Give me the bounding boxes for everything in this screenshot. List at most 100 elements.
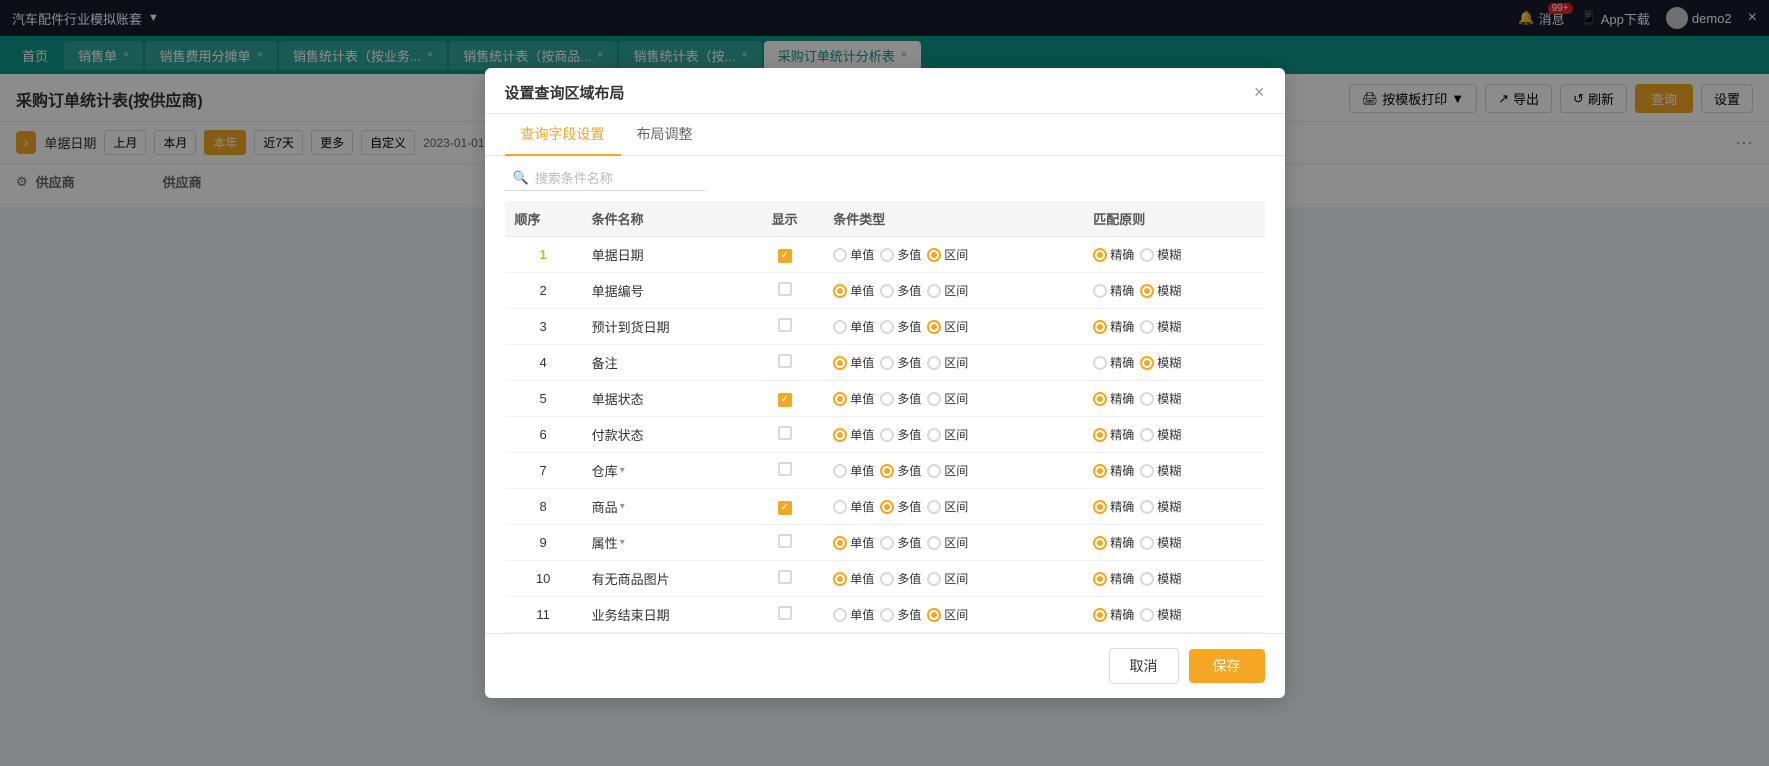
match-option-精确[interactable]: 精确 [1093,390,1134,407]
type-option-区间[interactable]: 区间 [927,606,968,623]
col-type: 条件类型 [823,201,1083,237]
match-option-模糊[interactable]: 模糊 [1140,246,1181,263]
display-checkbox[interactable] [778,354,792,368]
dialog-close-button[interactable]: × [1254,82,1265,103]
type-option-多值[interactable]: 多值 [880,462,921,479]
type-option-单值[interactable]: 单值 [833,498,874,515]
type-option-单值[interactable]: 单值 [833,426,874,443]
radio-circle [1093,500,1107,514]
dialog-title: 设置查询区域布局 [505,82,625,103]
display-checkbox[interactable] [778,606,792,620]
type-option-区间[interactable]: 区间 [927,498,968,515]
row-name: 预计到货日期 [582,309,746,345]
match-option-模糊[interactable]: 模糊 [1140,282,1181,299]
row-display [746,345,823,381]
match-option-精确[interactable]: 精确 [1093,426,1134,443]
type-option-单值[interactable]: 单值 [833,606,874,623]
type-option-多值[interactable]: 多值 [880,498,921,515]
match-option-精确[interactable]: 精确 [1093,462,1134,479]
row-match: 精确模糊 [1083,273,1264,309]
cancel-button[interactable]: 取消 [1109,648,1179,684]
type-option-单值[interactable]: 单值 [833,534,874,551]
display-checkbox[interactable] [778,318,792,332]
row-name: 单据状态 [582,381,746,417]
type-option-单值[interactable]: 单值 [833,282,874,299]
match-option-精确[interactable]: 精确 [1093,570,1134,587]
radio-circle [880,464,894,478]
type-option-单值[interactable]: 单值 [833,570,874,587]
radio-circle [1093,392,1107,406]
type-option-多值[interactable]: 多值 [880,318,921,335]
radio-circle [880,500,894,514]
table-row: 11业务结束日期单值多值区间精确模糊 [505,597,1265,633]
match-option-精确[interactable]: 精确 [1093,318,1134,335]
row-name: 仓库 ▾ [582,453,746,489]
row-match: 精确模糊 [1083,345,1264,381]
radio-circle [880,284,894,298]
match-option-精确[interactable]: 精确 [1093,282,1134,299]
type-option-单值[interactable]: 单值 [833,246,874,263]
save-button[interactable]: 保存 [1189,649,1265,683]
type-option-单值[interactable]: 单值 [833,354,874,371]
type-option-多值[interactable]: 多值 [880,354,921,371]
type-option-区间[interactable]: 区间 [927,282,968,299]
radio-circle [927,248,941,262]
display-checkbox[interactable] [778,282,792,296]
display-checkbox[interactable] [778,570,792,584]
type-option-区间[interactable]: 区间 [927,534,968,551]
type-option-区间[interactable]: 区间 [927,318,968,335]
search-input[interactable] [535,171,695,186]
match-option-精确[interactable]: 精确 [1093,246,1134,263]
display-checkbox[interactable] [778,534,792,548]
match-option-模糊[interactable]: 模糊 [1140,354,1181,371]
type-option-多值[interactable]: 多值 [880,570,921,587]
table-row: 4备注单值多值区间精确模糊 [505,345,1265,381]
row-match: 精确模糊 [1083,309,1264,345]
radio-circle [833,608,847,622]
type-option-单值[interactable]: 单值 [833,390,874,407]
type-option-多值[interactable]: 多值 [880,246,921,263]
row-match: 精确模糊 [1083,597,1264,633]
display-checkbox[interactable] [778,393,792,407]
match-option-精确[interactable]: 精确 [1093,498,1134,515]
display-checkbox[interactable] [778,501,792,515]
dialog-tab-layout[interactable]: 布局调整 [621,114,709,156]
row-display [746,417,823,453]
row-display [746,453,823,489]
type-option-区间[interactable]: 区间 [927,426,968,443]
row-name: 属性 ▾ [582,525,746,561]
row-type: 单值多值区间 [823,489,1083,525]
type-option-单值[interactable]: 单值 [833,462,874,479]
type-option-区间[interactable]: 区间 [927,462,968,479]
match-option-模糊[interactable]: 模糊 [1140,606,1181,623]
type-option-单值[interactable]: 单值 [833,318,874,335]
match-option-模糊[interactable]: 模糊 [1140,498,1181,515]
col-display: 显示 [746,201,823,237]
match-option-精确[interactable]: 精确 [1093,354,1134,371]
display-checkbox[interactable] [778,249,792,263]
match-option-模糊[interactable]: 模糊 [1140,462,1181,479]
match-option-模糊[interactable]: 模糊 [1140,318,1181,335]
match-option-模糊[interactable]: 模糊 [1140,390,1181,407]
match-option-精确[interactable]: 精确 [1093,534,1134,551]
match-option-精确[interactable]: 精确 [1093,606,1134,623]
type-option-多值[interactable]: 多值 [880,390,921,407]
type-option-多值[interactable]: 多值 [880,282,921,299]
type-option-多值[interactable]: 多值 [880,426,921,443]
match-option-模糊[interactable]: 模糊 [1140,426,1181,443]
type-option-多值[interactable]: 多值 [880,534,921,551]
dialog-tab-query-fields[interactable]: 查询字段设置 [505,114,621,156]
table-row: 1单据日期单值多值区间精确模糊 [505,237,1265,273]
type-option-区间[interactable]: 区间 [927,570,968,587]
match-option-模糊[interactable]: 模糊 [1140,570,1181,587]
type-option-区间[interactable]: 区间 [927,354,968,371]
display-checkbox[interactable] [778,426,792,440]
match-option-模糊[interactable]: 模糊 [1140,534,1181,551]
table-row: 9属性 ▾单值多值区间精确模糊 [505,525,1265,561]
display-checkbox[interactable] [778,462,792,476]
type-option-区间[interactable]: 区间 [927,246,968,263]
type-option-多值[interactable]: 多值 [880,606,921,623]
dialog-tab-bar: 查询字段设置 布局调整 [485,114,1285,156]
type-option-区间[interactable]: 区间 [927,390,968,407]
radio-circle [1140,536,1154,550]
